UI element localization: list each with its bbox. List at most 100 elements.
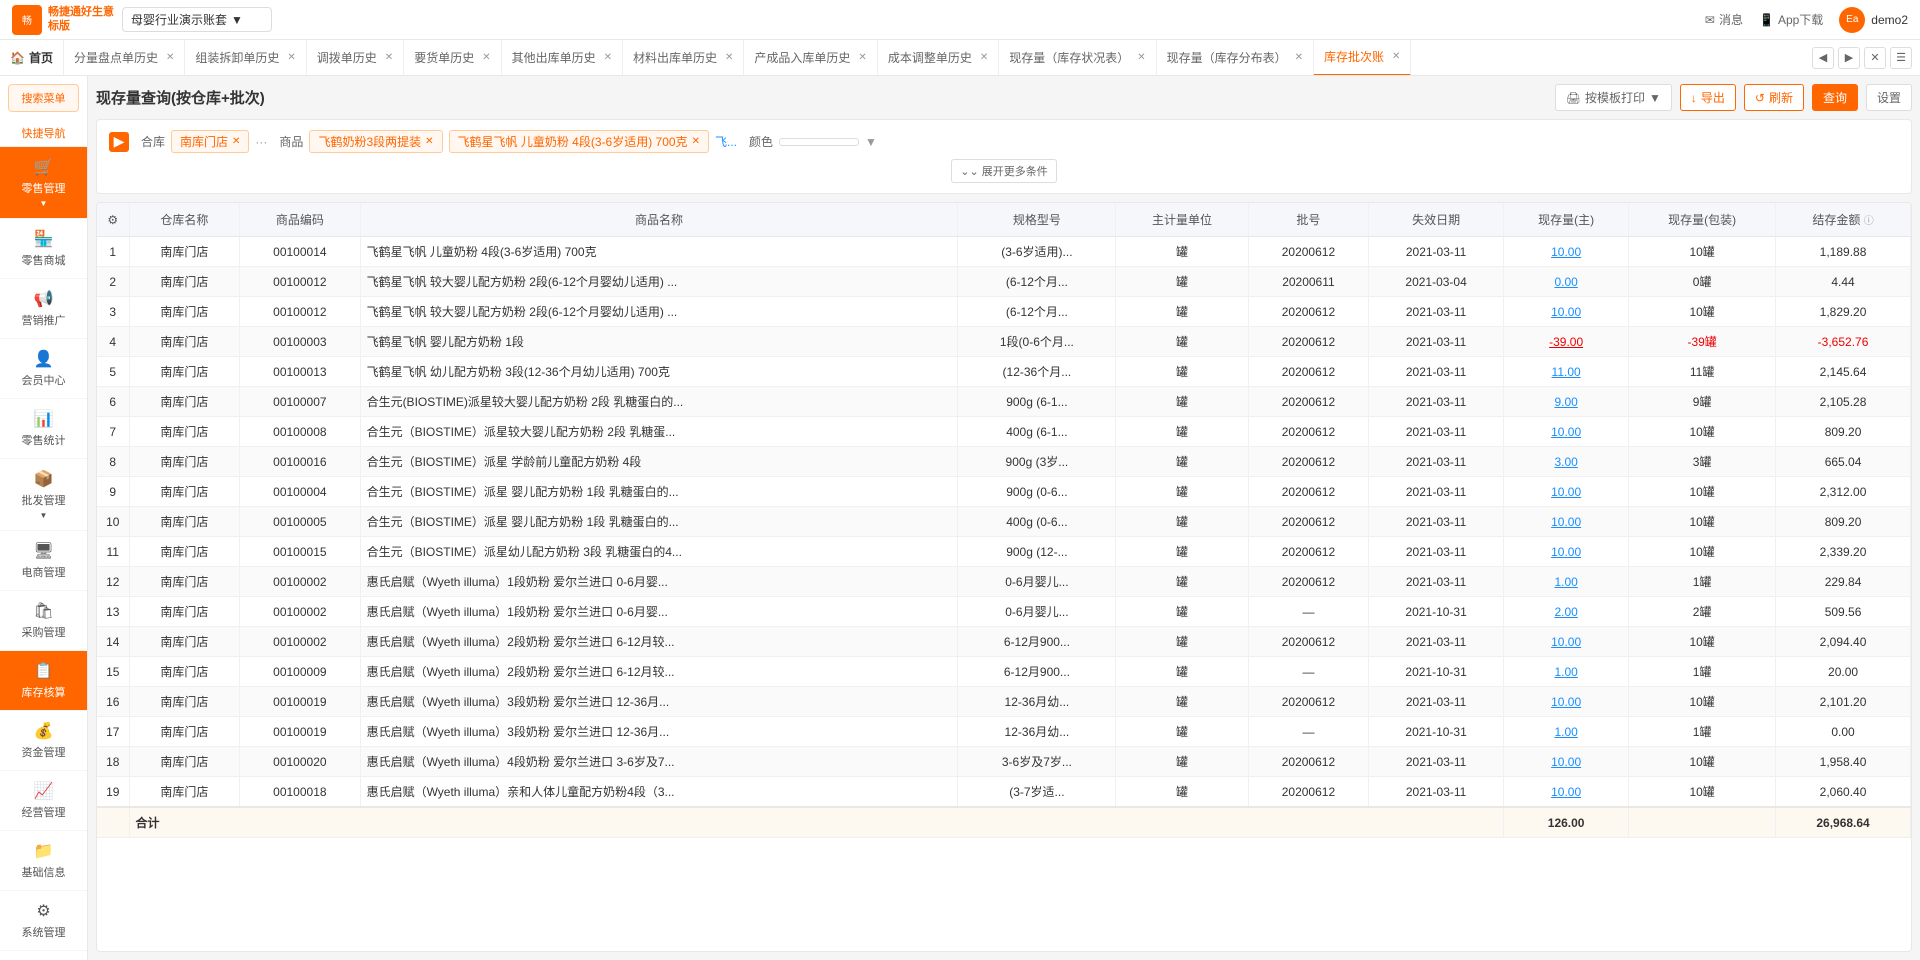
expand-conditions-btn[interactable]: ⌄⌄ 展开更多条件: [951, 159, 1056, 183]
tab-close-5[interactable]: ✕: [604, 52, 612, 63]
sidebar-item-wholesale[interactable]: 📦 批发管理 ▼: [0, 459, 87, 531]
product-tag2-close[interactable]: ✕: [692, 136, 700, 147]
sidebar-item-system[interactable]: ⚙ 系统管理: [0, 891, 87, 951]
tab-11[interactable]: 库存批次账 ✕: [1314, 40, 1411, 76]
tab-close-10[interactable]: ✕: [1295, 52, 1303, 63]
nav-next-btn[interactable]: ▶: [1838, 47, 1860, 69]
product-tag-1[interactable]: 飞鹤奶粉3段两提装 ✕: [309, 130, 442, 153]
tab-6[interactable]: 材料出库单历史 ✕: [623, 40, 744, 76]
message-btn[interactable]: ✉ 消息: [1705, 11, 1743, 28]
sidebar-item-ecommerce[interactable]: 🖥 电商管理: [0, 531, 87, 591]
sidebar-item-inventory[interactable]: 📋 库存核算: [0, 651, 87, 711]
tab-close-8[interactable]: ✕: [980, 52, 988, 63]
company-selector[interactable]: 母婴行业演示账套 ▼: [122, 7, 272, 32]
product-more[interactable]: 飞...: [715, 133, 737, 150]
product-tag1-close[interactable]: ✕: [425, 136, 433, 147]
tab-close-4[interactable]: ✕: [482, 52, 490, 63]
tab-4[interactable]: 要货单历史 ✕: [404, 40, 501, 76]
app-download-btn[interactable]: 📱 App下载: [1759, 11, 1823, 28]
tab-10[interactable]: 现存量（库存分布表） ✕: [1157, 40, 1314, 76]
cell-qty-main[interactable]: 10.00: [1504, 687, 1629, 717]
cell-qty-main[interactable]: 1.00: [1504, 717, 1629, 747]
cell-qty-main[interactable]: 10.00: [1504, 297, 1629, 327]
print-template-btn[interactable]: 🖨 按模板打印 ▼: [1555, 84, 1672, 111]
col-code: 商品编码: [240, 203, 360, 237]
sidebar-item-retail-management[interactable]: 🛒 零售管理 ▼: [0, 147, 87, 219]
cell-name: 惠氏启赋（Wyeth illuma）2段奶粉 爱尔兰进口 6-12月较...: [360, 627, 958, 657]
settings-btn[interactable]: 设置: [1866, 84, 1912, 111]
nav-close-btn[interactable]: ✕: [1864, 47, 1886, 69]
cell-qty-main[interactable]: 1.00: [1504, 657, 1629, 687]
tab-close-3[interactable]: ✕: [385, 52, 393, 63]
sidebar-item-retail-store[interactable]: 🏪 零售商城: [0, 219, 87, 279]
footer-amount: 26,968.64: [1776, 807, 1911, 838]
cell-qty-main[interactable]: 10.00: [1504, 627, 1629, 657]
warehouse-filter: 合库 南库门店 ✕ ···: [141, 130, 267, 153]
cell-warehouse: 南库门店: [129, 777, 240, 808]
sidebar-item-marketing[interactable]: 📢 营销推广: [0, 279, 87, 339]
cell-qty-main[interactable]: 11.00: [1504, 357, 1629, 387]
sidebar-item-basic-info[interactable]: 📁 基础信息: [0, 831, 87, 891]
cell-qty-main[interactable]: -39.00: [1504, 327, 1629, 357]
tab-8[interactable]: 成本调整单历史 ✕: [878, 40, 999, 76]
sidebar-item-collab[interactable]: 🤝 企业协同: [0, 951, 87, 960]
product-tag-2[interactable]: 飞鹤星飞帆 儿童奶粉 4段(3-6岁适用) 700克 ✕: [449, 130, 709, 153]
gear-icon[interactable]: ⚙: [107, 213, 118, 227]
export-btn[interactable]: ↓ 导出: [1680, 84, 1736, 111]
cell-qty-main[interactable]: 1.00: [1504, 567, 1629, 597]
cell-qty-main[interactable]: 10.00: [1504, 477, 1629, 507]
refresh-btn[interactable]: ↺ 刷新: [1744, 84, 1804, 111]
tab-9[interactable]: 现存量（库存状况表） ✕: [999, 40, 1156, 76]
tab-close-1[interactable]: ✕: [166, 52, 174, 63]
search-menu-btn[interactable]: 搜索菜单: [8, 84, 79, 112]
tab-2[interactable]: 组装拆卸单历史 ✕: [185, 40, 306, 76]
cell-qty-main[interactable]: 0.00: [1504, 267, 1629, 297]
nav-menu-btn[interactable]: ☰: [1890, 47, 1912, 69]
quick-nav-btn[interactable]: 快捷导航: [0, 120, 87, 147]
cell-amount: 665.04: [1776, 447, 1911, 477]
tab-home[interactable]: 🏠 首页: [0, 40, 64, 76]
product-filter: 商品 飞鹤奶粉3段两提装 ✕ 飞鹤星飞帆 儿童奶粉 4段(3-6岁适用) 700…: [279, 130, 737, 153]
col-settings[interactable]: ⚙: [97, 203, 129, 237]
tab-close-11[interactable]: ✕: [1392, 51, 1400, 62]
warehouse-tag-close[interactable]: ✕: [232, 136, 240, 147]
cell-qty-main[interactable]: 10.00: [1504, 417, 1629, 447]
cell-qty-pkg: 10罐: [1629, 687, 1776, 717]
sidebar-item-purchase[interactable]: 🛍 采购管理: [0, 591, 87, 651]
sidebar-item-operations[interactable]: 📈 经营管理: [0, 771, 87, 831]
table-row: 2 南库门店 00100012 飞鹤星飞帆 较大婴儿配方奶粉 2段(6-12个月…: [97, 267, 1911, 297]
nav-prev-btn[interactable]: ◀: [1812, 47, 1834, 69]
tab-close-7[interactable]: ✕: [858, 52, 866, 63]
cell-qty-main[interactable]: 10.00: [1504, 237, 1629, 267]
cell-qty-main[interactable]: 2.00: [1504, 597, 1629, 627]
sidebar-item-member[interactable]: 👤 会员中心: [0, 339, 87, 399]
cell-qty-main[interactable]: 10.00: [1504, 507, 1629, 537]
sidebar-item-retail-stats[interactable]: 📊 零售统计: [0, 399, 87, 459]
tab-7[interactable]: 产成品入库单历史 ✕: [744, 40, 877, 76]
cell-qty-main[interactable]: 3.00: [1504, 447, 1629, 477]
tab-5[interactable]: 其他出库单历史 ✕: [502, 40, 623, 76]
tab-1[interactable]: 分量盘点单历史 ✕: [64, 40, 185, 76]
warehouse-tag[interactable]: 南库门店 ✕: [171, 130, 249, 153]
cell-unit: 罐: [1116, 357, 1248, 387]
table-row: 10 南库门店 00100005 合生元（BIOSTIME）派星 婴儿配方奶粉 …: [97, 507, 1911, 537]
tab-close-9[interactable]: ✕: [1137, 52, 1145, 63]
color-input[interactable]: [779, 138, 859, 146]
cell-name: 合生元（BIOSTIME）派星 学龄前儿童配方奶粉 4段: [360, 447, 958, 477]
cell-unit: 罐: [1116, 537, 1248, 567]
cell-qty-main[interactable]: 10.00: [1504, 777, 1629, 808]
cell-qty-pkg: 0罐: [1629, 267, 1776, 297]
tab-3[interactable]: 调拨单历史 ✕: [307, 40, 404, 76]
warehouse-more[interactable]: ···: [255, 135, 267, 149]
expand-row-btn[interactable]: ▶: [109, 132, 129, 152]
tab-close-6[interactable]: ✕: [725, 52, 733, 63]
cell-qty-main[interactable]: 10.00: [1504, 537, 1629, 567]
user-area[interactable]: Ea demo2: [1839, 7, 1908, 33]
cell-qty-main[interactable]: 9.00: [1504, 387, 1629, 417]
info-icon-3[interactable]: ⓘ: [1864, 216, 1874, 227]
tab-close-2[interactable]: ✕: [287, 52, 295, 63]
filter-area: ▶ 合库 南库门店 ✕ ··· 商品 飞鹤奶粉3段两提装 ✕: [96, 119, 1912, 194]
sidebar-item-finance[interactable]: 💰 资金管理: [0, 711, 87, 771]
cell-qty-main[interactable]: 10.00: [1504, 747, 1629, 777]
query-btn[interactable]: 查询: [1812, 84, 1858, 111]
